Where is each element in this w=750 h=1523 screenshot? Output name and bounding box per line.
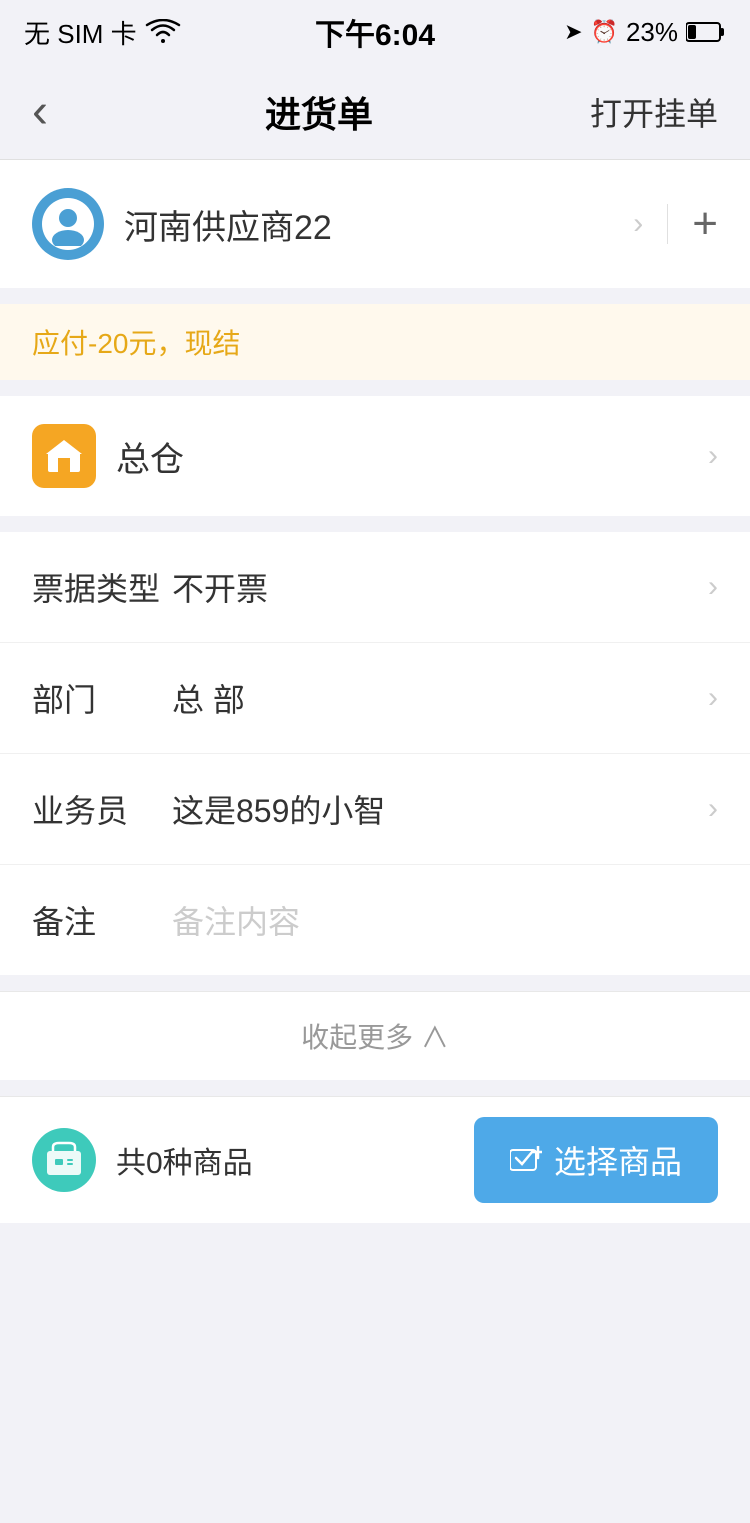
- battery-percent: 23%: [626, 17, 678, 48]
- select-product-label: 选择商品: [554, 1137, 682, 1183]
- supplier-section: 河南供应商22 › +: [0, 160, 750, 288]
- remark-label: 备注: [32, 897, 172, 943]
- back-button[interactable]: ‹: [32, 84, 48, 139]
- invoice-row[interactable]: 票据类型 不开票 ›: [0, 532, 750, 643]
- warehouse-row[interactable]: 总仓 ›: [0, 396, 750, 516]
- wifi-icon: [145, 19, 181, 45]
- add-supplier-button[interactable]: +: [692, 199, 718, 249]
- supplier-name: 河南供应商22: [124, 200, 633, 249]
- dept-value: 总 部: [172, 675, 708, 721]
- dept-row[interactable]: 部门 总 部 ›: [0, 643, 750, 754]
- warehouse-icon: [32, 424, 96, 488]
- notice-text: 应付-20元，现结: [32, 328, 240, 359]
- supplier-divider: [667, 204, 668, 244]
- dept-chevron-icon: ›: [708, 681, 718, 715]
- select-product-button[interactable]: 选择商品: [474, 1117, 718, 1203]
- warehouse-name: 总仓: [116, 432, 708, 481]
- select-product-icon: [510, 1146, 542, 1174]
- status-right: ➤ ⏰ 23%: [564, 17, 726, 48]
- nav-bar: ‹ 进货单 打开挂单: [0, 64, 750, 160]
- page-title: 进货单: [265, 86, 373, 138]
- alarm-icon: ⏰: [591, 19, 618, 45]
- status-time: 下午6:04: [315, 10, 435, 54]
- salesperson-chevron-icon: ›: [708, 792, 718, 826]
- invoice-value: 不开票: [172, 564, 708, 610]
- supplier-chevron-icon: ›: [633, 207, 643, 241]
- notice-banner: 应付-20元，现结: [0, 304, 750, 380]
- form-section: 票据类型 不开票 › 部门 总 部 › 业务员 这是859的小智 › 备注 备注…: [0, 532, 750, 975]
- bottom-bar: 共0种商品 选择商品: [0, 1096, 750, 1223]
- product-icon: [32, 1128, 96, 1192]
- salesperson-row[interactable]: 业务员 这是859的小智 ›: [0, 754, 750, 865]
- salesperson-value: 这是859的小智: [172, 786, 708, 832]
- status-bar: 无 SIM 卡 下午6:04 ➤ ⏰ 23%: [0, 0, 750, 64]
- collapse-text: 收起更多 ∧: [301, 1016, 449, 1056]
- dept-label: 部门: [32, 675, 172, 721]
- invoice-label: 票据类型: [32, 564, 172, 610]
- invoice-chevron-icon: ›: [708, 570, 718, 604]
- salesperson-label: 业务员: [32, 786, 172, 832]
- gray-area: [0, 1223, 750, 1523]
- location-icon: ➤: [564, 19, 582, 45]
- battery-icon: [686, 21, 726, 43]
- remark-row[interactable]: 备注 备注内容: [0, 865, 750, 975]
- product-count-text: 共0种商品: [116, 1138, 474, 1182]
- remark-input[interactable]: 备注内容: [172, 897, 718, 943]
- collapse-row[interactable]: 收起更多 ∧: [0, 991, 750, 1080]
- warehouse-section: 总仓 ›: [0, 396, 750, 516]
- supplier-row[interactable]: 河南供应商22 › +: [0, 160, 750, 288]
- warehouse-chevron-icon: ›: [708, 439, 718, 473]
- supplier-avatar: [32, 188, 104, 260]
- open-pending-button[interactable]: 打开挂单: [590, 89, 718, 135]
- status-left: 无 SIM 卡: [24, 14, 181, 51]
- sim-text: 无 SIM 卡: [24, 14, 137, 51]
